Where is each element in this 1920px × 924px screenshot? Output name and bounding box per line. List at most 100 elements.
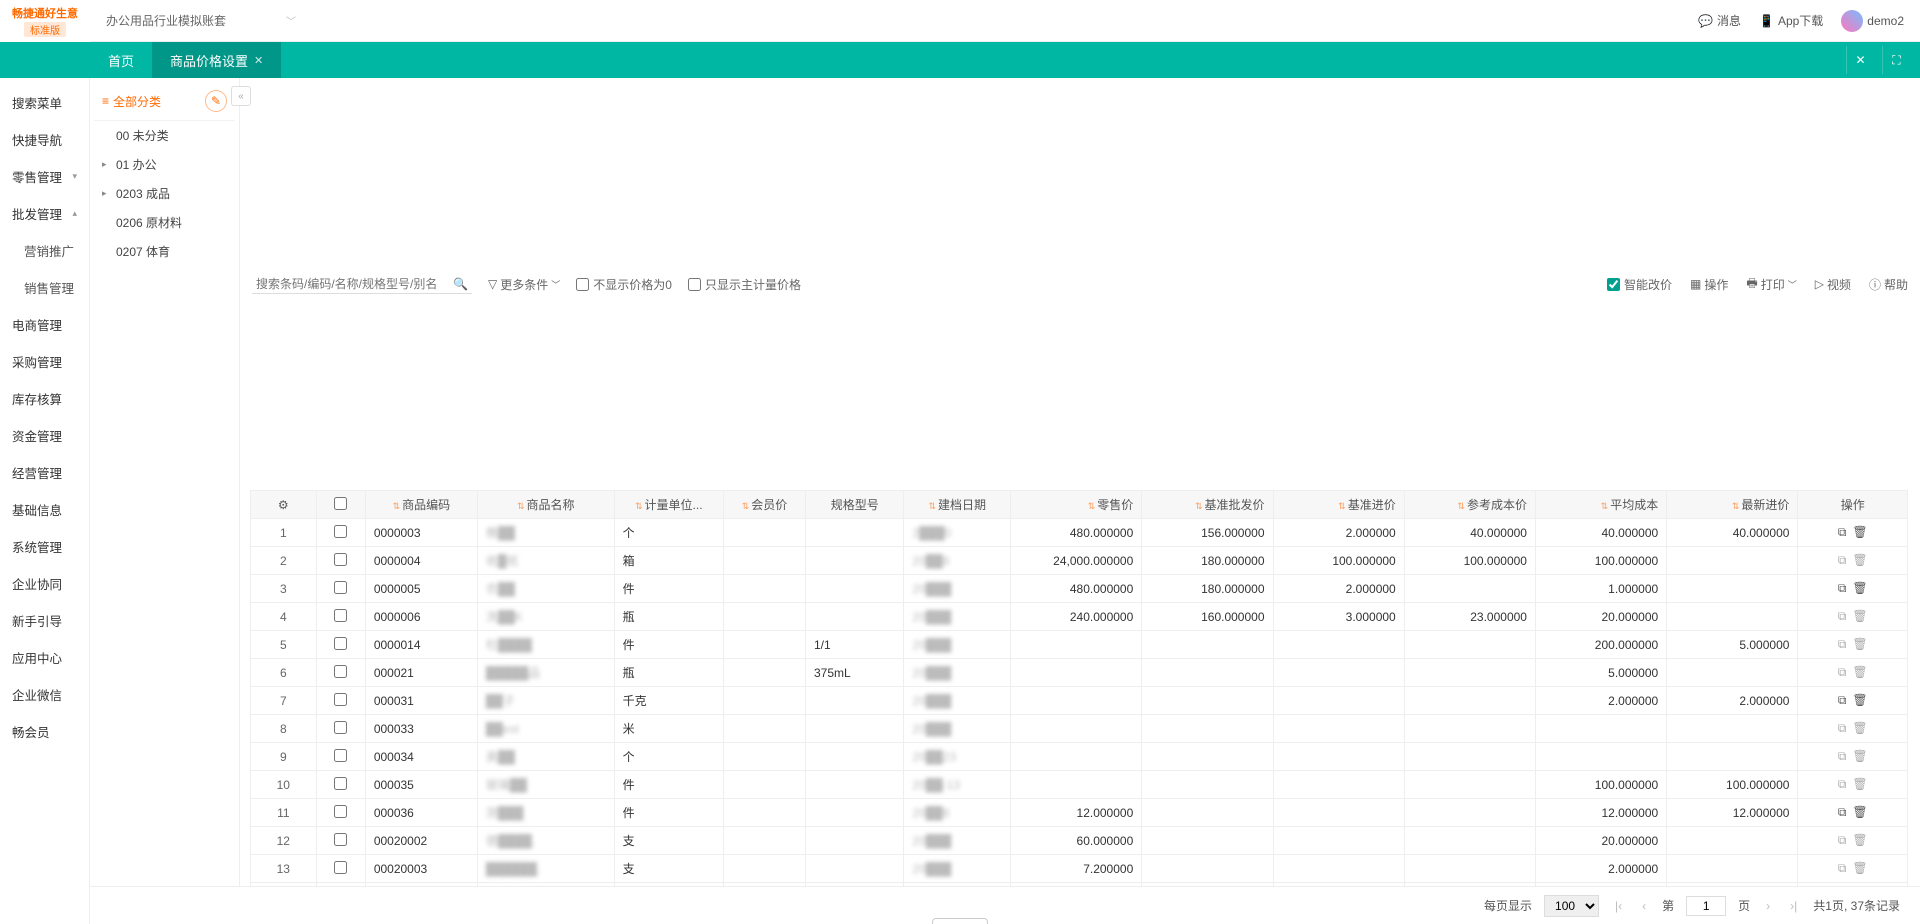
copy-icon[interactable]: ⧉ [1838,749,1847,764]
next-page-button[interactable]: › [1762,899,1774,913]
row-checkbox[interactable] [334,637,347,650]
category-item[interactable]: 0206 原材料 [94,208,235,237]
copy-icon[interactable]: ⧉ [1838,637,1847,652]
close-all-tabs-button[interactable]: ✕ [1846,46,1874,74]
tab-product-price[interactable]: 商品价格设置 ✕ [152,42,281,78]
row-checkbox[interactable] [334,777,347,790]
delete-icon[interactable]: 🗑 [1852,553,1867,568]
row-checkbox[interactable] [334,861,347,874]
smart-price-button[interactable]: 智能改价 [1607,276,1672,293]
hide-zero-checkbox[interactable]: 不显示价格为0 [576,276,672,293]
search-input[interactable] [256,277,447,291]
delete-icon[interactable]: 🗑 [1852,861,1867,876]
row-checkbox[interactable] [334,665,347,678]
col-retail[interactable]: ⇅零售价 [1011,491,1142,519]
delete-icon[interactable]: 🗑 [1852,525,1867,540]
col-refcost[interactable]: ⇅参考成本价 [1404,491,1535,519]
messages-button[interactable]: 💬消息 [1698,12,1741,29]
col-latest[interactable]: ⇅最新进价 [1667,491,1798,519]
print-button[interactable]: 🖶打印﹀ [1746,274,1796,295]
user-menu[interactable]: demo2 [1841,10,1904,32]
nav-item[interactable]: 应用中心 [0,639,89,676]
first-page-button[interactable]: |‹ [1611,899,1626,913]
nav-item[interactable]: 批发管理▴ [0,195,89,232]
nav-item[interactable]: 采购管理 [0,343,89,380]
copy-icon[interactable]: ⧉ [1838,721,1847,736]
nav-item[interactable]: 库存核算 [0,380,89,417]
nav-item[interactable]: 资金管理 [0,417,89,454]
nav-item[interactable]: 企业微信 [0,676,89,713]
copy-icon[interactable]: ⧉ [1838,525,1847,540]
copy-icon[interactable]: ⧉ [1838,581,1847,596]
row-checkbox[interactable] [334,749,347,762]
nav-item[interactable]: 经营管理 [0,454,89,491]
only-main-unit-checkbox[interactable]: 只显示主计量价格 [688,276,801,293]
search-box[interactable]: 🔍 [252,275,472,294]
row-checkbox[interactable] [334,833,347,846]
operate-button[interactable]: ▦操作 [1690,276,1728,293]
help-button[interactable]: ⓘ帮助 [1869,276,1908,293]
col-avgcost[interactable]: ⇅平均成本 [1535,491,1666,519]
tab-home[interactable]: 首页 [90,42,152,78]
col-purchase[interactable]: ⇅基准进价 [1273,491,1404,519]
delete-icon[interactable]: 🗑 [1852,805,1867,820]
col-whole[interactable]: ⇅基准批发价 [1142,491,1273,519]
page-input[interactable] [1686,896,1726,916]
search-icon[interactable]: 🔍 [453,277,468,291]
more-filters-button[interactable]: ▽更多条件﹀ [488,276,560,293]
delete-icon[interactable]: 🗑 [1852,637,1867,652]
nav-search[interactable]: 搜索菜单 [0,84,89,121]
row-checkbox[interactable] [334,609,347,622]
col-name[interactable]: ⇅商品名称 [477,491,614,519]
col-date[interactable]: ⇅建档日期 [904,491,1011,519]
nav-item[interactable]: 电商管理 [0,306,89,343]
video-button[interactable]: ▷视频 [1815,276,1851,293]
delete-icon[interactable]: 🗑 [1852,721,1867,736]
category-item[interactable]: 00 未分类 [94,121,235,150]
row-checkbox[interactable] [334,693,347,706]
copy-icon[interactable]: ⧉ [1838,665,1847,680]
last-page-button[interactable]: ›| [1786,899,1801,913]
prev-page-button[interactable]: ‹ [1638,899,1650,913]
copy-icon[interactable]: ⧉ [1838,861,1847,876]
nav-item[interactable]: 新手引导 [0,602,89,639]
col-settings[interactable]: ⚙ [251,491,317,519]
col-code[interactable]: ⇅商品编码 [365,491,477,519]
category-item[interactable]: ▸01 办公 [94,150,235,179]
nav-item[interactable]: 零售管理▾ [0,158,89,195]
nav-item[interactable]: 畅会员 [0,713,89,750]
row-checkbox[interactable] [334,525,347,538]
fullscreen-button[interactable]: ⛶ [1882,46,1910,74]
delete-icon[interactable]: 🗑 [1852,833,1867,848]
edit-categories-button[interactable]: ✎ [205,90,227,112]
copy-icon[interactable]: ⧉ [1838,553,1847,568]
delete-icon[interactable]: 🗑 [1852,749,1867,764]
nav-item[interactable]: 基础信息 [0,491,89,528]
col-member[interactable]: ⇅会员价 [723,491,805,519]
row-checkbox[interactable] [334,721,347,734]
copy-icon[interactable]: ⧉ [1838,805,1847,820]
nav-item[interactable]: 快捷导航 [0,121,89,158]
delete-icon[interactable]: 🗑 [1852,581,1867,596]
row-checkbox[interactable] [334,553,347,566]
nav-item[interactable]: 营销推广 [0,232,89,269]
category-item[interactable]: 0207 体育 [94,237,235,266]
nav-item[interactable]: 销售管理 [0,269,89,306]
delete-icon[interactable]: 🗑 [1852,777,1867,792]
delete-icon[interactable]: 🗑 [1852,609,1867,624]
delete-icon[interactable]: 🗑 [1852,665,1867,680]
col-select-all[interactable] [316,491,365,519]
copy-icon[interactable]: ⧉ [1838,609,1847,624]
row-checkbox[interactable] [334,805,347,818]
app-download-button[interactable]: 📱App下载 [1759,12,1823,29]
close-icon[interactable]: ✕ [254,54,263,67]
copy-icon[interactable]: ⧉ [1838,693,1847,708]
copy-icon[interactable]: ⧉ [1838,833,1847,848]
delete-icon[interactable]: 🗑 [1852,693,1867,708]
nav-item[interactable]: 企业协同 [0,565,89,602]
copy-icon[interactable]: ⧉ [1838,777,1847,792]
per-page-select[interactable]: 100 [1544,895,1599,917]
workspace-selector[interactable]: 办公用品行业模拟账套 ﹀ [90,12,312,29]
nav-item[interactable]: 系统管理 [0,528,89,565]
category-item[interactable]: ▸0203 成品 [94,179,235,208]
